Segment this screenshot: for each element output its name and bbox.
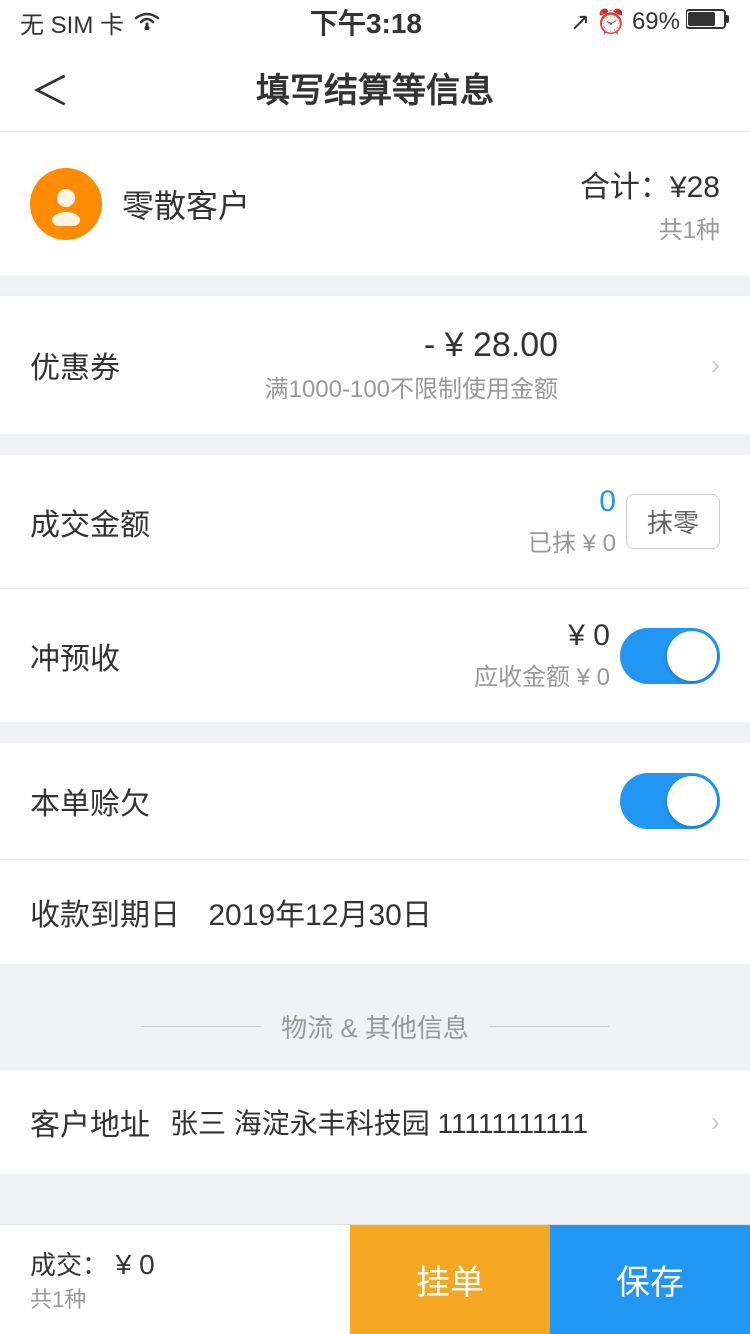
hang-button[interactable]: 挂单 (350, 1225, 550, 1334)
save-button[interactable]: 保存 (550, 1225, 750, 1334)
coupon-row[interactable]: 优惠券 - ¥ 28.00 满1000-100不限制使用金额 › (0, 295, 750, 434)
toggle-knob (667, 631, 717, 681)
coupon-discount-amount: - ¥ 28.00 (265, 326, 558, 365)
location-icon: ↗ (570, 8, 590, 37)
credit-row: 本单赊欠 (0, 742, 750, 859)
bottom-deal-row: 成交： ¥ 0 (30, 1245, 320, 1282)
customer-left: 零散客户 (30, 168, 250, 240)
deal-amount-right: 0 已抹 ¥ 0 抹零 (528, 485, 720, 558)
customer-name: 零散客户 (122, 181, 250, 227)
battery-icon (686, 8, 730, 37)
prepayment-row: 冲预收 ¥ 0 应收金额 ¥ 0 (0, 588, 750, 722)
bottom-info: 成交： ¥ 0 共1种 (0, 1225, 350, 1334)
address-label: 客户地址 (30, 1100, 150, 1144)
back-button[interactable]: ＜ (30, 59, 70, 117)
deal-amount-row: 成交金额 0 已抹 ¥ 0 抹零 (0, 454, 750, 588)
nav-bar: ＜ 填写结算等信息 (0, 44, 750, 132)
no-sim-text: 无 SIM 卡 (20, 5, 124, 40)
credit-section: 本单赊欠 收款到期日 2019年12月30日 (0, 742, 750, 964)
deal-amount-value: 0 (528, 485, 616, 519)
address-chevron-icon: › (711, 1106, 720, 1138)
header-line-left (141, 1026, 261, 1027)
wifi-icon (132, 8, 162, 37)
coupon-section: 优惠券 - ¥ 28.00 满1000-100不限制使用金额 › (0, 295, 750, 434)
customer-row: 零散客户 合计：¥28 共1种 (0, 132, 750, 275)
status-left: 无 SIM 卡 (20, 5, 162, 40)
prepayment-label: 冲预收 (30, 634, 120, 678)
coupon-value-col: - ¥ 28.00 满1000-100不限制使用金额 (265, 326, 558, 404)
credit-label: 本单赊欠 (30, 779, 150, 823)
header-line-right (489, 1026, 609, 1027)
address-value: 张三 海淀永丰科技园 11111111111 (170, 1102, 703, 1142)
alarm-icon: ⏰ (596, 8, 626, 37)
deal-amount-sub: 已抹 ¥ 0 (528, 523, 616, 558)
deal-section: 成交金额 0 已抹 ¥ 0 抹零 冲预收 ¥ 0 应收金额 ¥ 0 (0, 454, 750, 722)
total-amount: 合计：¥28 (580, 162, 720, 206)
coupon-chevron-icon: › (711, 349, 720, 381)
deal-amount-value-col: 0 已抹 ¥ 0 (528, 485, 616, 558)
credit-toggle[interactable] (620, 773, 720, 829)
due-date-row: 收款到期日 2019年12月30日 (0, 859, 750, 964)
status-time: 下午3:18 (310, 2, 422, 42)
prepayment-sub: 应收金额 ¥ 0 (474, 657, 610, 692)
battery-text: 69% (632, 8, 680, 36)
credit-toggle-knob (667, 776, 717, 826)
prepayment-value-col: ¥ 0 应收金额 ¥ 0 (474, 619, 610, 692)
bottom-bar: 成交： ¥ 0 共1种 挂单 保存 (0, 1224, 750, 1334)
coupon-desc: 满1000-100不限制使用金额 (265, 369, 558, 404)
round-zero-button[interactable]: 抹零 (626, 494, 720, 549)
due-date-label: 收款到期日 (30, 899, 180, 932)
bottom-deal-label: 成交： (30, 1250, 108, 1280)
bottom-deal-amount: ¥ 0 (116, 1249, 155, 1280)
coupon-label: 优惠券 (30, 343, 120, 387)
prepayment-right: ¥ 0 应收金额 ¥ 0 (474, 619, 720, 692)
bottom-count: 共1种 (30, 1282, 320, 1314)
logistics-label: 物流 & 其他信息 (281, 1008, 469, 1045)
nav-title: 填写结算等信息 (256, 63, 494, 112)
address-section: 客户地址 张三 海淀永丰科技园 11111111111 › (0, 1069, 750, 1174)
customer-section: 零散客户 合计：¥28 共1种 (0, 132, 750, 275)
status-right: ↗ ⏰ 69% (570, 8, 730, 37)
logistics-header: 物流 & 其他信息 (0, 984, 750, 1069)
content: 零散客户 合计：¥28 共1种 优惠券 - ¥ 28.00 满1000-100不… (0, 132, 750, 1314)
credit-right (620, 773, 720, 829)
avatar (30, 168, 102, 240)
prepayment-amount: ¥ 0 (474, 619, 610, 653)
prepayment-toggle[interactable] (620, 628, 720, 684)
customer-right: 合计：¥28 共1种 (580, 162, 720, 245)
deal-amount-label: 成交金额 (30, 500, 150, 544)
due-date-value: 2019年12月30日 (208, 899, 431, 932)
status-bar: 无 SIM 卡 下午3:18 ↗ ⏰ 69% (0, 0, 750, 44)
total-count: 共1种 (580, 210, 720, 245)
address-row[interactable]: 客户地址 张三 海淀永丰科技园 11111111111 › (0, 1069, 750, 1174)
